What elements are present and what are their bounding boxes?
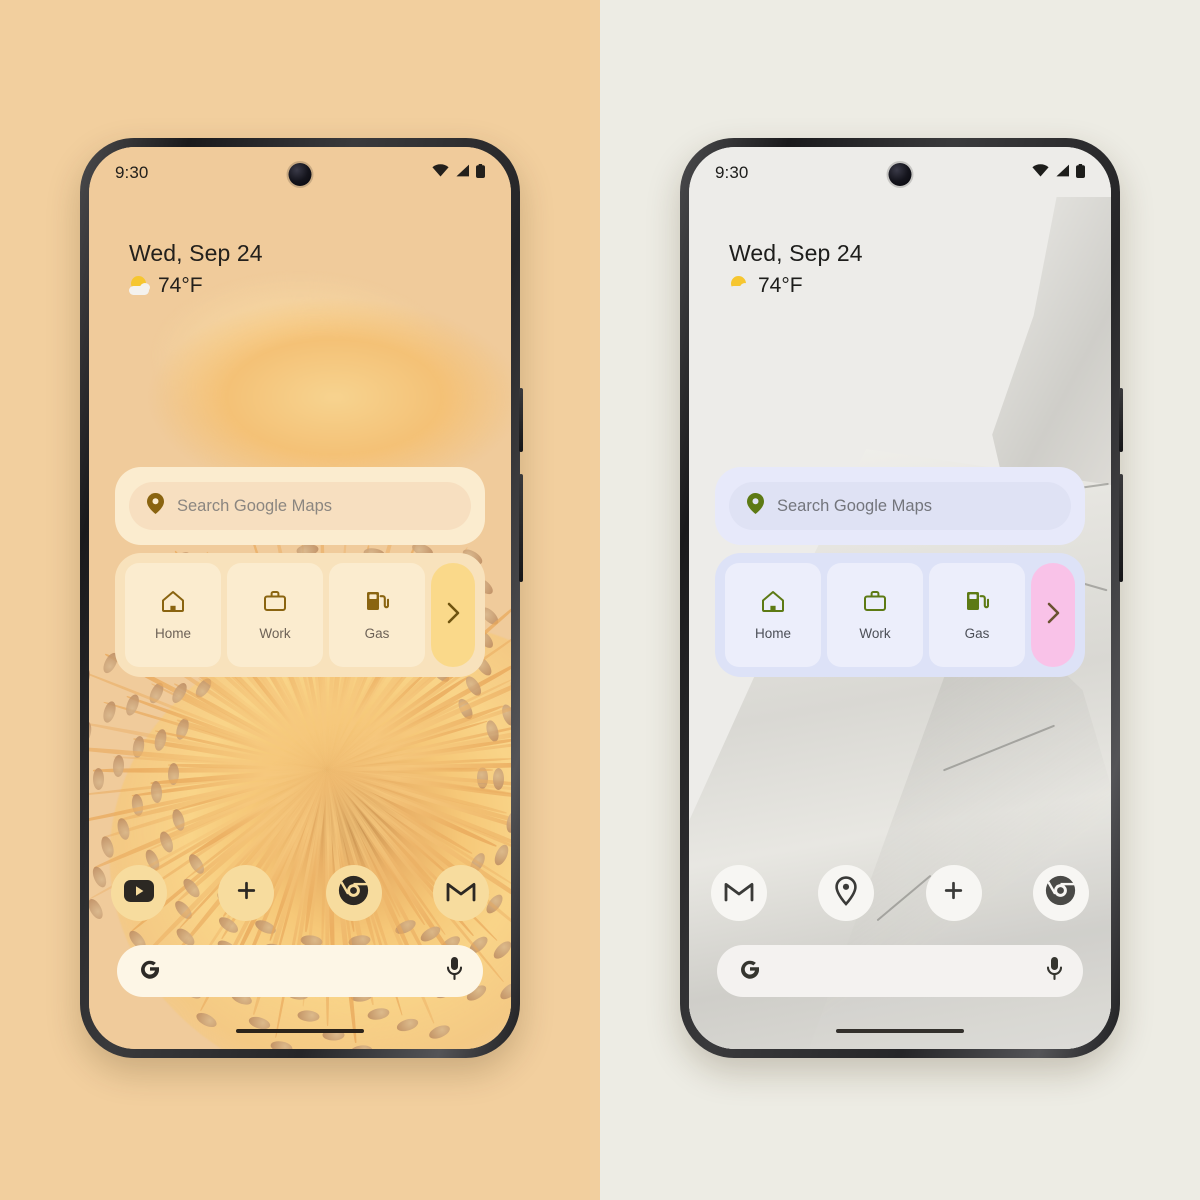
- dock-app-chrome[interactable]: [325, 865, 382, 921]
- maps-more-button[interactable]: [1031, 563, 1075, 667]
- photos-pinwheel-icon: [938, 875, 969, 911]
- maps-search-card: Search Google Maps: [115, 467, 485, 545]
- microphone-icon[interactable]: [446, 956, 463, 986]
- maps-shortcuts-row: Home Work Gas: [715, 553, 1085, 677]
- maps-more-button[interactable]: [431, 563, 475, 667]
- google-maps-widget: Search Google Maps Home Work Gas: [115, 467, 485, 677]
- google-g-icon: [137, 956, 163, 987]
- power-button[interactable]: [519, 388, 523, 452]
- dock-app-photos[interactable]: [925, 865, 982, 921]
- cellular-signal-icon: [455, 164, 470, 182]
- maps-shortcuts-row: Home Work Gas: [115, 553, 485, 677]
- home-icon: [761, 590, 785, 617]
- map-pin-icon: [147, 493, 164, 519]
- home-icon: [161, 590, 185, 617]
- chevron-right-icon: [446, 602, 461, 629]
- map-pin-icon: [834, 875, 858, 911]
- sun-behind-cloud-icon: [729, 275, 751, 297]
- gesture-navigation-bar[interactable]: [236, 1029, 364, 1033]
- dock-app-youtube[interactable]: [111, 865, 167, 921]
- phone-right: 9:30 Wed, Sep 24 74°F Search Google Maps…: [680, 138, 1123, 1058]
- google-maps-widget: Search Google Maps Home Work Gas: [715, 467, 1085, 677]
- google-search-bar[interactable]: [117, 945, 483, 997]
- panel-right: 9:30 Wed, Sep 24 74°F Search Google Maps…: [600, 0, 1200, 1200]
- gas-pump-icon: [365, 590, 390, 617]
- briefcase-icon: [263, 590, 287, 617]
- shortcut-label: Gas: [964, 625, 990, 641]
- volume-rocker[interactable]: [519, 474, 523, 582]
- status-bar: 9:30: [689, 147, 1111, 199]
- shortcut-label: Work: [859, 625, 891, 641]
- maps-shortcut-home[interactable]: Home: [125, 563, 221, 667]
- at-a-glance-widget[interactable]: Wed, Sep 24 74°F: [729, 239, 863, 298]
- chrome-icon: [1045, 875, 1076, 911]
- maps-shortcut-work[interactable]: Work: [827, 563, 923, 667]
- youtube-icon: [124, 879, 154, 907]
- dock-app-chrome[interactable]: [1032, 865, 1089, 921]
- shortcut-label: Work: [259, 625, 291, 641]
- gas-pump-icon: [965, 590, 990, 617]
- front-camera-punch-hole: [288, 163, 312, 186]
- app-dock: [711, 865, 1089, 921]
- gesture-navigation-bar[interactable]: [836, 1029, 964, 1033]
- status-clock: 9:30: [115, 163, 149, 182]
- phone-left-screen: 9:30 Wed, Sep 24 74°F Search Google Maps…: [89, 147, 511, 1049]
- glance-date: Wed, Sep 24: [129, 240, 263, 266]
- volume-rocker[interactable]: [1119, 474, 1123, 582]
- dock-app-gmail[interactable]: [711, 865, 767, 921]
- dock-app-maps[interactable]: [818, 865, 875, 921]
- glance-temperature: 74°F: [758, 273, 803, 297]
- gmail-icon: [446, 879, 476, 908]
- status-clock: 9:30: [715, 163, 749, 182]
- photos-pinwheel-icon: [231, 875, 262, 911]
- maps-search-input[interactable]: Search Google Maps: [729, 482, 1071, 530]
- chevron-right-icon: [1046, 602, 1061, 629]
- microphone-icon[interactable]: [1046, 956, 1063, 986]
- gmail-icon: [724, 879, 754, 908]
- front-camera-punch-hole: [888, 163, 912, 186]
- cellular-signal-icon: [1055, 164, 1070, 182]
- shortcut-label: Home: [754, 625, 791, 641]
- glance-temperature: 74°F: [158, 273, 203, 297]
- at-a-glance-widget[interactable]: Wed, Sep 24 74°F: [129, 239, 263, 298]
- glance-weather: 74°F: [729, 274, 863, 298]
- briefcase-icon: [863, 590, 887, 617]
- maps-shortcut-gas[interactable]: Gas: [329, 563, 425, 667]
- glance-weather: 74°F: [129, 274, 263, 298]
- dock-app-gmail[interactable]: [432, 865, 489, 921]
- wifi-icon: [432, 164, 449, 182]
- battery-icon: [1076, 163, 1085, 183]
- shortcut-label: Home: [154, 625, 191, 641]
- power-button[interactable]: [1119, 388, 1123, 452]
- app-dock: [111, 865, 489, 921]
- google-g-icon: [737, 956, 763, 987]
- battery-icon: [476, 163, 485, 183]
- status-icons: [1032, 163, 1085, 183]
- map-pin-icon: [747, 493, 764, 519]
- maps-search-placeholder: Search Google Maps: [777, 496, 933, 515]
- glance-date: Wed, Sep 24: [729, 240, 863, 266]
- wifi-icon: [1032, 164, 1049, 182]
- sun-behind-cloud-icon: [129, 275, 151, 297]
- maps-shortcut-gas[interactable]: Gas: [929, 563, 1025, 667]
- status-bar: 9:30: [89, 147, 511, 199]
- phone-left: 9:30 Wed, Sep 24 74°F Search Google Maps…: [80, 138, 523, 1058]
- chrome-icon: [338, 875, 369, 911]
- maps-search-placeholder: Search Google Maps: [177, 496, 333, 515]
- shortcut-label: Gas: [364, 625, 390, 641]
- dock-app-photos[interactable]: [218, 865, 275, 921]
- maps-search-card: Search Google Maps: [715, 467, 1085, 545]
- maps-shortcut-home[interactable]: Home: [725, 563, 821, 667]
- comparison-stage: 9:30 Wed, Sep 24 74°F Search Google Maps…: [0, 0, 1200, 1200]
- panel-left: 9:30 Wed, Sep 24 74°F Search Google Maps…: [0, 0, 600, 1200]
- maps-shortcut-work[interactable]: Work: [227, 563, 323, 667]
- phone-right-screen: 9:30 Wed, Sep 24 74°F Search Google Maps…: [689, 147, 1111, 1049]
- status-icons: [432, 163, 485, 183]
- maps-search-input[interactable]: Search Google Maps: [129, 482, 471, 530]
- google-search-bar[interactable]: [717, 945, 1083, 997]
